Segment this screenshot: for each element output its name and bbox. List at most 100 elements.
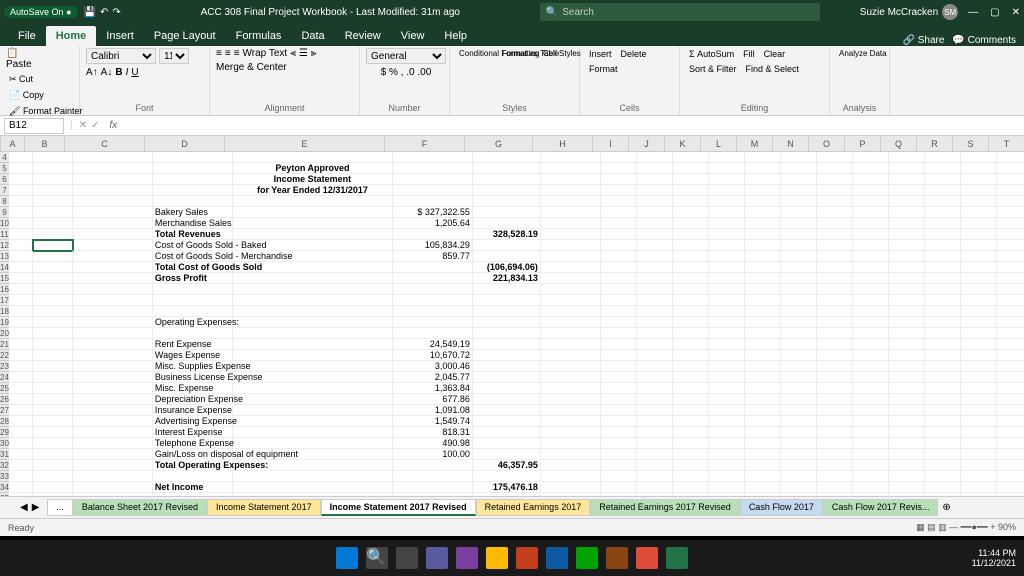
cell[interactable] xyxy=(233,405,393,416)
cell[interactable] xyxy=(997,339,1024,350)
row-header[interactable]: 22 xyxy=(0,350,9,361)
cell[interactable] xyxy=(473,361,541,372)
row-header[interactable]: 34 xyxy=(0,482,9,493)
cell[interactable] xyxy=(33,361,73,372)
cell[interactable] xyxy=(853,372,889,383)
cell[interactable] xyxy=(889,284,925,295)
cell[interactable] xyxy=(473,163,541,174)
cell[interactable] xyxy=(73,163,153,174)
row-header[interactable]: 33 xyxy=(0,471,9,482)
format-cells-button[interactable]: Format xyxy=(586,63,621,75)
cell[interactable] xyxy=(925,372,961,383)
cell[interactable] xyxy=(601,251,637,262)
cell[interactable] xyxy=(925,438,961,449)
cell[interactable] xyxy=(997,405,1024,416)
cell[interactable] xyxy=(541,196,601,207)
cell[interactable] xyxy=(997,361,1024,372)
cell[interactable] xyxy=(637,284,673,295)
cell[interactable]: 1,549.74 xyxy=(393,416,473,427)
cell[interactable] xyxy=(997,306,1024,317)
paste-button[interactable]: 📋Paste xyxy=(6,48,32,70)
cell[interactable]: Advertising Expense xyxy=(153,416,233,427)
cell[interactable] xyxy=(473,394,541,405)
col-header-H[interactable]: H xyxy=(533,136,593,151)
cell[interactable] xyxy=(817,339,853,350)
cell[interactable] xyxy=(889,185,925,196)
cell[interactable] xyxy=(853,196,889,207)
clear-button[interactable]: Clear xyxy=(761,48,789,60)
decrease-font-icon[interactable]: A↓ xyxy=(101,67,113,78)
cell[interactable] xyxy=(233,207,393,218)
enter-fx-icon[interactable]: ✓ xyxy=(91,120,99,131)
col-header-J[interactable]: J xyxy=(629,136,665,151)
find-select-button[interactable]: Find & Select xyxy=(743,63,803,75)
cell[interactable] xyxy=(601,383,637,394)
cell[interactable] xyxy=(73,372,153,383)
cell[interactable] xyxy=(961,295,997,306)
cell[interactable] xyxy=(961,482,997,493)
cell[interactable] xyxy=(961,229,997,240)
cell[interactable] xyxy=(233,372,393,383)
cell[interactable] xyxy=(925,196,961,207)
cell[interactable] xyxy=(393,306,473,317)
cell[interactable] xyxy=(33,240,73,251)
cell[interactable]: (106,694.06) xyxy=(473,262,541,273)
cell[interactable] xyxy=(541,185,601,196)
cell[interactable] xyxy=(817,251,853,262)
cell[interactable] xyxy=(961,383,997,394)
cell[interactable] xyxy=(601,306,637,317)
cell[interactable] xyxy=(9,240,33,251)
cell[interactable] xyxy=(153,493,233,496)
name-box[interactable] xyxy=(4,118,64,134)
cell[interactable] xyxy=(889,229,925,240)
cell[interactable]: $ 327,322.55 xyxy=(393,207,473,218)
cell[interactable] xyxy=(233,339,393,350)
cell[interactable] xyxy=(781,372,817,383)
cell[interactable] xyxy=(853,460,889,471)
row-header[interactable]: 19 xyxy=(0,317,9,328)
cell[interactable] xyxy=(637,328,673,339)
cell[interactable] xyxy=(745,295,781,306)
cell[interactable] xyxy=(473,427,541,438)
cell[interactable] xyxy=(153,295,233,306)
cell[interactable] xyxy=(961,196,997,207)
cell[interactable] xyxy=(637,383,673,394)
excel-icon[interactable] xyxy=(666,547,688,569)
cell[interactable] xyxy=(709,460,745,471)
cell[interactable] xyxy=(853,174,889,185)
cell[interactable] xyxy=(853,185,889,196)
cell[interactable] xyxy=(33,449,73,460)
cell[interactable] xyxy=(781,427,817,438)
cell[interactable]: Net Income xyxy=(153,482,233,493)
cell[interactable] xyxy=(745,471,781,482)
cell[interactable] xyxy=(997,207,1024,218)
cell[interactable] xyxy=(9,493,33,496)
cell[interactable] xyxy=(233,196,393,207)
cell[interactable] xyxy=(853,405,889,416)
cell[interactable] xyxy=(745,262,781,273)
cell[interactable] xyxy=(817,383,853,394)
cell[interactable] xyxy=(601,284,637,295)
cell[interactable] xyxy=(393,460,473,471)
cell[interactable] xyxy=(925,262,961,273)
cell[interactable] xyxy=(997,240,1024,251)
cell[interactable]: Total Cost of Goods Sold xyxy=(153,262,233,273)
cell[interactable] xyxy=(889,196,925,207)
cell[interactable] xyxy=(73,383,153,394)
cell[interactable] xyxy=(745,416,781,427)
cell[interactable] xyxy=(473,196,541,207)
cell[interactable] xyxy=(233,284,393,295)
cell[interactable] xyxy=(673,416,709,427)
cell[interactable] xyxy=(9,284,33,295)
cell[interactable] xyxy=(9,328,33,339)
undo-icon[interactable]: ↶ xyxy=(100,7,108,18)
cell[interactable] xyxy=(709,185,745,196)
cell[interactable] xyxy=(781,405,817,416)
cell[interactable] xyxy=(637,438,673,449)
cell[interactable] xyxy=(889,207,925,218)
cell[interactable] xyxy=(817,185,853,196)
cell[interactable] xyxy=(637,416,673,427)
cell[interactable] xyxy=(817,174,853,185)
cell[interactable] xyxy=(745,460,781,471)
cell[interactable] xyxy=(853,295,889,306)
